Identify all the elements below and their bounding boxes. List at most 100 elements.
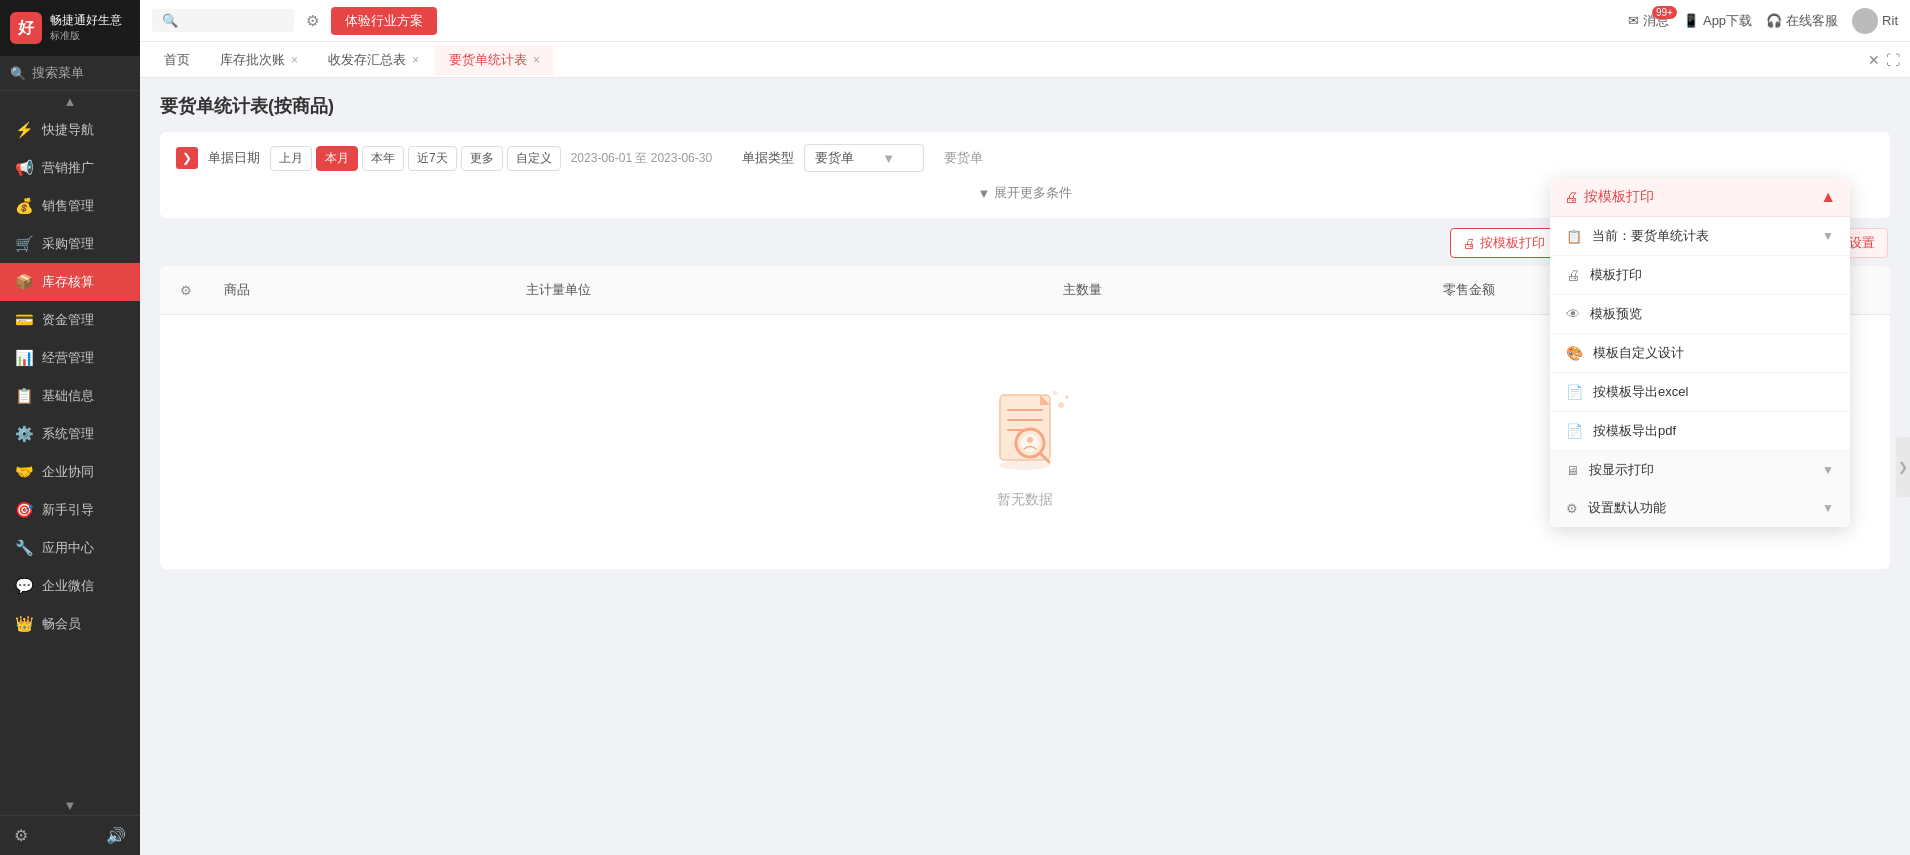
sidebar-scroll-up[interactable]: ▲ [0,91,140,111]
date-btn-current-month[interactable]: 本月 [316,146,358,171]
tab-inventory-batch-close[interactable]: × [291,53,298,67]
quick-nav-label: 快捷导航 [42,121,94,139]
export-excel-label: 按模板导出excel [1593,383,1688,401]
sidebar-item-basic[interactable]: 📋基础信息 [0,377,140,415]
system-label: 系统管理 [42,425,94,443]
operations-icon: 📊 [14,349,34,367]
template-export-pdf-item[interactable]: 📄 按模板导出pdf [1550,412,1850,451]
template-preview-icon: 👁 [1566,306,1580,322]
date-btn-current-year[interactable]: 本年 [362,146,404,171]
tabs-expand-icon[interactable]: ⛶ [1886,52,1900,68]
empty-state-icon [975,375,1075,475]
display-print-item[interactable]: 🖥 按显示打印 ▼ [1550,451,1850,489]
display-print-label: 按显示打印 [1589,461,1654,479]
tab-order-summary[interactable]: 要货单统计表 × [435,45,554,75]
topbar-search-icon: 🔍 [162,13,178,28]
topbar-search-box[interactable]: 🔍 [152,9,294,32]
print-dropdown-title: 🖨 按模板打印 [1564,188,1654,206]
tabs-close-all-icon[interactable]: ✕ [1868,52,1880,68]
set-default-label: 设置默认功能 [1588,499,1666,517]
tab-order-summary-close[interactable]: × [533,53,540,67]
template-preview-item[interactable]: 👁 模板预览 [1550,295,1850,334]
print-dropdown-title-icon: 🖨 [1564,189,1578,205]
expand-more-label: 展开更多条件 [994,184,1072,202]
sidebar-scroll-down[interactable]: ▼ [0,795,140,815]
current-template-item[interactable]: 📋 当前：要货单统计表 ▼ [1550,217,1850,256]
select-arrow-icon: ▼ [882,151,895,166]
svg-point-0 [1000,460,1050,470]
app-download-btn[interactable]: 📱 App下载 [1683,12,1752,30]
trial-btn[interactable]: 体验行业方案 [331,7,437,35]
print-dropdown-close-icon[interactable]: ▲ [1820,188,1836,206]
sidebar-item-apps[interactable]: 🔧 应用中心 [0,529,140,567]
tab-receipt-summary-close[interactable]: × [412,53,419,67]
wechat-icon: 💬 [14,577,34,595]
online-service-btn[interactable]: 🎧 在线客服 [1766,12,1838,30]
svg-point-9 [1058,402,1064,408]
template-design-item[interactable]: 🎨 模板自定义设计 [1550,334,1850,373]
tab-order-summary-label: 要货单统计表 [449,51,527,69]
sidebar-item-system[interactable]: ⚙️ 系统管理 [0,415,140,453]
topbar-gear-icon[interactable]: ⚙ [306,12,319,30]
set-default-item[interactable]: ⚙ 设置默认功能 ▼ [1550,489,1850,527]
col-goods: 商品 [212,266,514,315]
messages-btn[interactable]: ✉ 消息 99+ [1628,12,1669,30]
quick-nav-icon: ⚡ [14,121,34,139]
apps-icon: 🔧 [14,539,34,557]
print-btn-label: 按模板打印 [1480,234,1545,252]
username-label: Rit [1882,13,1898,28]
date-btn-last-7-days[interactable]: 近7天 [408,146,457,171]
sidebar-item-sales[interactable]: 💰销售管理 [0,187,140,225]
tab-home-label: 首页 [164,51,190,69]
set-default-arrow: ▼ [1822,501,1834,515]
sidebar-item-purchase[interactable]: 🛒采购管理 [0,225,140,263]
sidebar-item-operations[interactable]: 📊经营管理 [0,339,140,377]
apps-label: 应用中心 [42,539,94,557]
purchase-label: 采购管理 [42,235,94,253]
side-collapse-handle[interactable]: ❯ [1896,437,1910,497]
sidebar-item-marketing[interactable]: 📢营销推广 [0,149,140,187]
tab-home[interactable]: 首页 [150,45,204,75]
topbar-right: ✉ 消息 99+ 📱 App下载 🎧 在线客服 Rit [1628,8,1898,34]
user-avatar-btn[interactable]: Rit [1852,8,1898,34]
order-goods-label: 要货单 [815,149,854,167]
table-settings-icon[interactable]: ⚙ [172,276,200,304]
sidebar-item-inventory[interactable]: 📦库存核算 [0,263,140,301]
avatar [1852,8,1878,34]
order-type-label: 单据类型 [742,149,794,167]
date-btn-more[interactable]: 更多 [461,146,503,171]
print-dropdown-header: 🖨 按模板打印 ▲ [1550,178,1850,217]
sidebar-item-quick-nav[interactable]: ⚡ 快捷导航 [0,111,140,149]
template-design-inner: 🎨 模板自定义设计 [1566,344,1684,362]
expand-more-btn[interactable]: ▼ 展开更多条件 [962,180,1089,206]
system-icon: ⚙️ [14,425,34,443]
sidebar-item-newbie[interactable]: 🎯新手引导 [0,491,140,529]
empty-text: 暂无数据 [997,491,1053,509]
audio-icon[interactable]: 🔊 [106,826,126,845]
template-export-excel-item[interactable]: 📄 按模板导出excel [1550,373,1850,412]
settings-icon[interactable]: ⚙ [14,826,28,845]
search-menu-item[interactable]: 🔍 搜索菜单 [0,56,140,91]
date-range-text: 2023-06-01 至 2023-06-30 [571,150,712,167]
service-icon: 🎧 [1766,13,1782,28]
inventory-label: 库存核算 [42,273,94,291]
filter-expand-arrow[interactable]: ❯ [176,147,198,169]
template-print-item[interactable]: 🖨 模板打印 [1550,256,1850,295]
sidebar-item-wechat[interactable]: 💬企业微信 [0,567,140,605]
template-design-label: 模板自定义设计 [1593,344,1684,362]
tab-inventory-batch[interactable]: 库存批次账 × [206,45,312,75]
sidebar-item-member[interactable]: 👑畅会员 [0,605,140,643]
set-default-inner: ⚙ 设置默认功能 [1566,499,1666,517]
col-settings[interactable]: ⚙ [160,266,212,315]
order-type-select[interactable]: 要货单 ▼ [804,144,924,172]
topbar-search-input[interactable] [184,14,284,28]
date-btn-custom[interactable]: 自定义 [507,146,561,171]
template-preview-label: 模板预览 [1590,305,1642,323]
sidebar-item-finance[interactable]: 💳资金管理 [0,301,140,339]
logo-icon: 好 [10,12,42,44]
col-unit: 主计量单位 [514,266,1051,315]
message-icon: ✉ [1628,13,1639,28]
date-btn-prev-month[interactable]: 上月 [270,146,312,171]
sidebar-item-enterprise[interactable]: 🤝企业协同 [0,453,140,491]
tab-receipt-summary[interactable]: 收发存汇总表 × [314,45,433,75]
